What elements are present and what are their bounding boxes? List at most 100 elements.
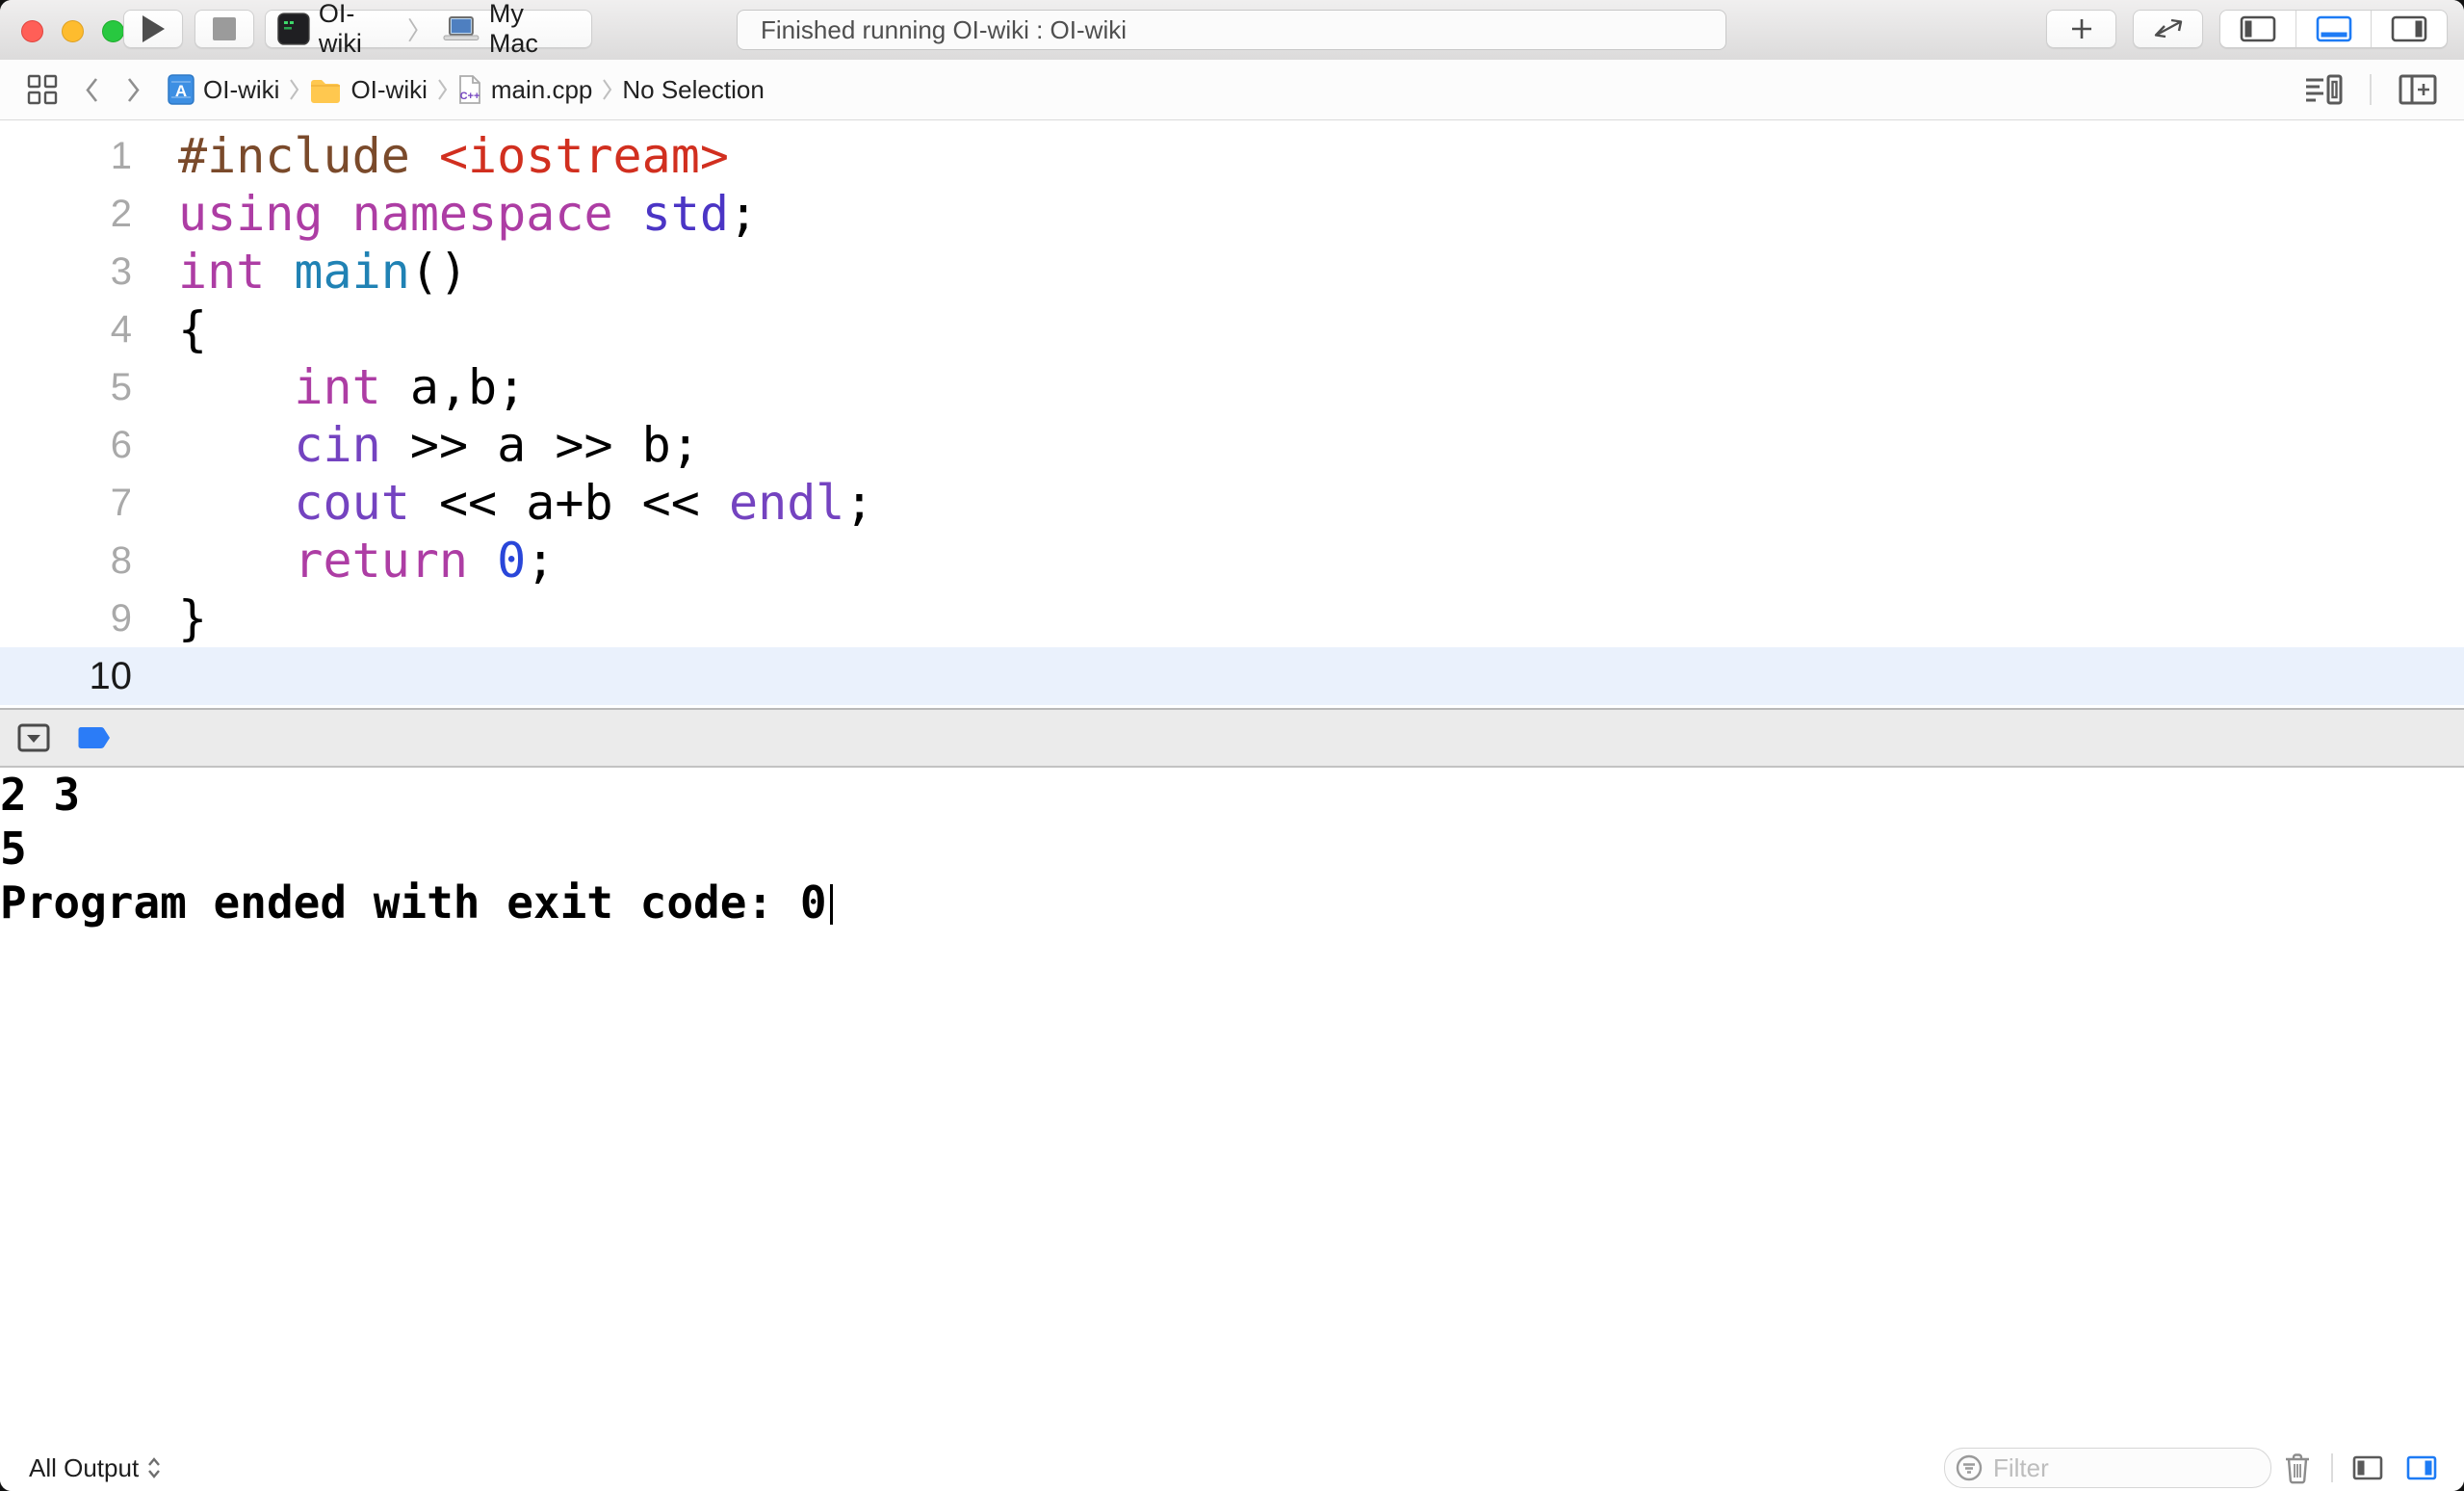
xcode-project-icon: A [168,74,195,105]
related-items-button[interactable] [13,74,71,105]
chevron-left-icon [85,77,99,103]
run-button[interactable] [123,10,183,48]
zoom-window-button[interactable] [102,20,124,42]
code-line-2[interactable]: 2using namespace std; [0,185,2464,243]
code-text: return 0; [178,532,555,589]
navigator-panel-icon [2240,15,2276,42]
breadcrumb-folder[interactable]: OI-wiki [309,75,427,105]
swap-arrows-icon [2148,14,2189,43]
code-text: #include <iostream> [178,127,729,185]
breadcrumb-folder-label: OI-wiki [350,75,427,105]
stop-icon [213,17,236,40]
go-back-button[interactable] [71,77,113,103]
line-number[interactable]: 1 [0,135,132,178]
code-line-4[interactable]: 4{ [0,301,2464,358]
code-line-7[interactable]: 7 cout << a+b << endl; [0,474,2464,532]
disclosure-triangle-icon [17,723,50,752]
output-scope-selector[interactable]: All Output [29,1453,162,1483]
breadcrumb-file-label: main.cpp [491,75,593,105]
debug-bottom-bar: All Output [0,1445,2464,1491]
minimap-button[interactable] [2291,74,2356,105]
output-scope-label: All Output [29,1453,139,1483]
my-mac-icon [442,15,480,42]
code-text: int a,b; [178,358,526,416]
add-editor-button[interactable] [2385,74,2451,105]
version-editor-button[interactable] [2133,10,2203,48]
line-number[interactable]: 5 [0,366,132,409]
code-text: cout << a+b << endl; [178,474,874,532]
code-text: cin >> a >> b; [178,416,700,474]
scheme-selector[interactable]: OI-wiki 〉 My Mac [265,10,592,48]
clear-console-button[interactable] [2271,1452,2323,1484]
console-pane-icon [2406,1455,2437,1480]
app-scheme-icon [277,13,310,45]
line-number[interactable]: 8 [0,539,132,583]
line-number[interactable]: 10 [0,655,132,698]
go-forward-button[interactable] [113,77,154,103]
xcode-window: OI-wiki 〉 My Mac Finished running OI-wik… [0,0,2464,1491]
filter-icon [1955,1453,1984,1482]
text-cursor [830,884,833,925]
breadcrumb-project[interactable]: A OI-wiki [168,74,279,105]
panel-toggle-group [2219,10,2448,48]
variables-pane-icon [2352,1455,2383,1480]
console-filter-field[interactable] [1944,1448,2271,1488]
minimize-window-button[interactable] [62,20,84,42]
scheme-destination-label: My Mac [489,0,580,59]
filter-input[interactable] [1991,1452,2226,1484]
add-editor-icon [2399,74,2437,105]
code-line-6[interactable]: 6 cin >> a >> b; [0,416,2464,474]
close-window-button[interactable] [21,20,43,42]
breadcrumb-selection-label: No Selection [622,75,764,105]
console-line: Program ended with exit code: 0 [0,876,2464,929]
console-line: 5 [0,822,2464,876]
toggle-console-view-button[interactable] [2395,1455,2449,1480]
breadcrumb-separator-icon [437,78,448,101]
breadcrumb-separator-icon [602,78,612,101]
library-add-button[interactable] [2046,10,2116,48]
folder-icon [309,77,342,103]
svg-text:A: A [175,82,187,100]
source-editor[interactable]: 1 #include <iostream>2using namespace std… [0,120,2464,708]
inspector-panel-icon [2391,15,2427,42]
breadcrumb-selection[interactable]: No Selection [622,75,764,105]
breadcrumb-separator-icon [289,78,299,101]
line-number[interactable]: 7 [0,482,132,525]
play-icon [140,13,167,44]
chevron-right-icon: 〉 [407,12,432,47]
divider [2331,1453,2333,1482]
code-text: { [178,301,207,358]
breadcrumb: A OI-wiki OI-wiki C+ [168,74,765,105]
stop-button[interactable] [195,10,254,48]
code-line-5[interactable]: 5 int a,b; [0,358,2464,416]
code-text: int main() [178,243,468,301]
line-number[interactable]: 2 [0,193,132,236]
breakpoints-toggle-button[interactable] [77,725,112,750]
divider [2370,74,2372,105]
hide-debug-area-button[interactable] [17,723,50,752]
console-output[interactable]: 2 35Program ended with exit code: 0 [0,768,2464,1445]
chevron-right-icon [126,77,141,103]
code-line-8[interactable]: 8 return 0; [0,532,2464,589]
jump-bar: A OI-wiki OI-wiki C+ [0,60,2464,120]
up-down-chevrons-icon [146,1455,162,1480]
related-items-icon [27,74,58,105]
line-number[interactable]: 9 [0,597,132,641]
trash-icon [2283,1452,2312,1484]
line-number[interactable]: 3 [0,250,132,294]
toggle-navigator-button[interactable] [2220,11,2295,47]
code-line-9[interactable]: 9} [0,589,2464,647]
debug-bar [0,708,2464,768]
code-line-10[interactable]: 10 [0,647,2464,705]
debug-area-panel-icon [2316,15,2352,42]
toggle-debug-area-button[interactable] [2295,11,2372,47]
toggle-inspector-button[interactable] [2371,11,2447,47]
breadcrumb-file[interactable]: C++ main.cpp [457,74,593,105]
code-line-3[interactable]: 3 int main() [0,243,2464,301]
line-number[interactable]: 6 [0,424,132,467]
line-number[interactable]: 4 [0,308,132,352]
code-text: } [178,589,207,647]
code-line-1[interactable]: 1 #include <iostream> [0,127,2464,185]
toggle-variables-view-button[interactable] [2341,1455,2395,1480]
breadcrumb-project-label: OI-wiki [203,75,279,105]
